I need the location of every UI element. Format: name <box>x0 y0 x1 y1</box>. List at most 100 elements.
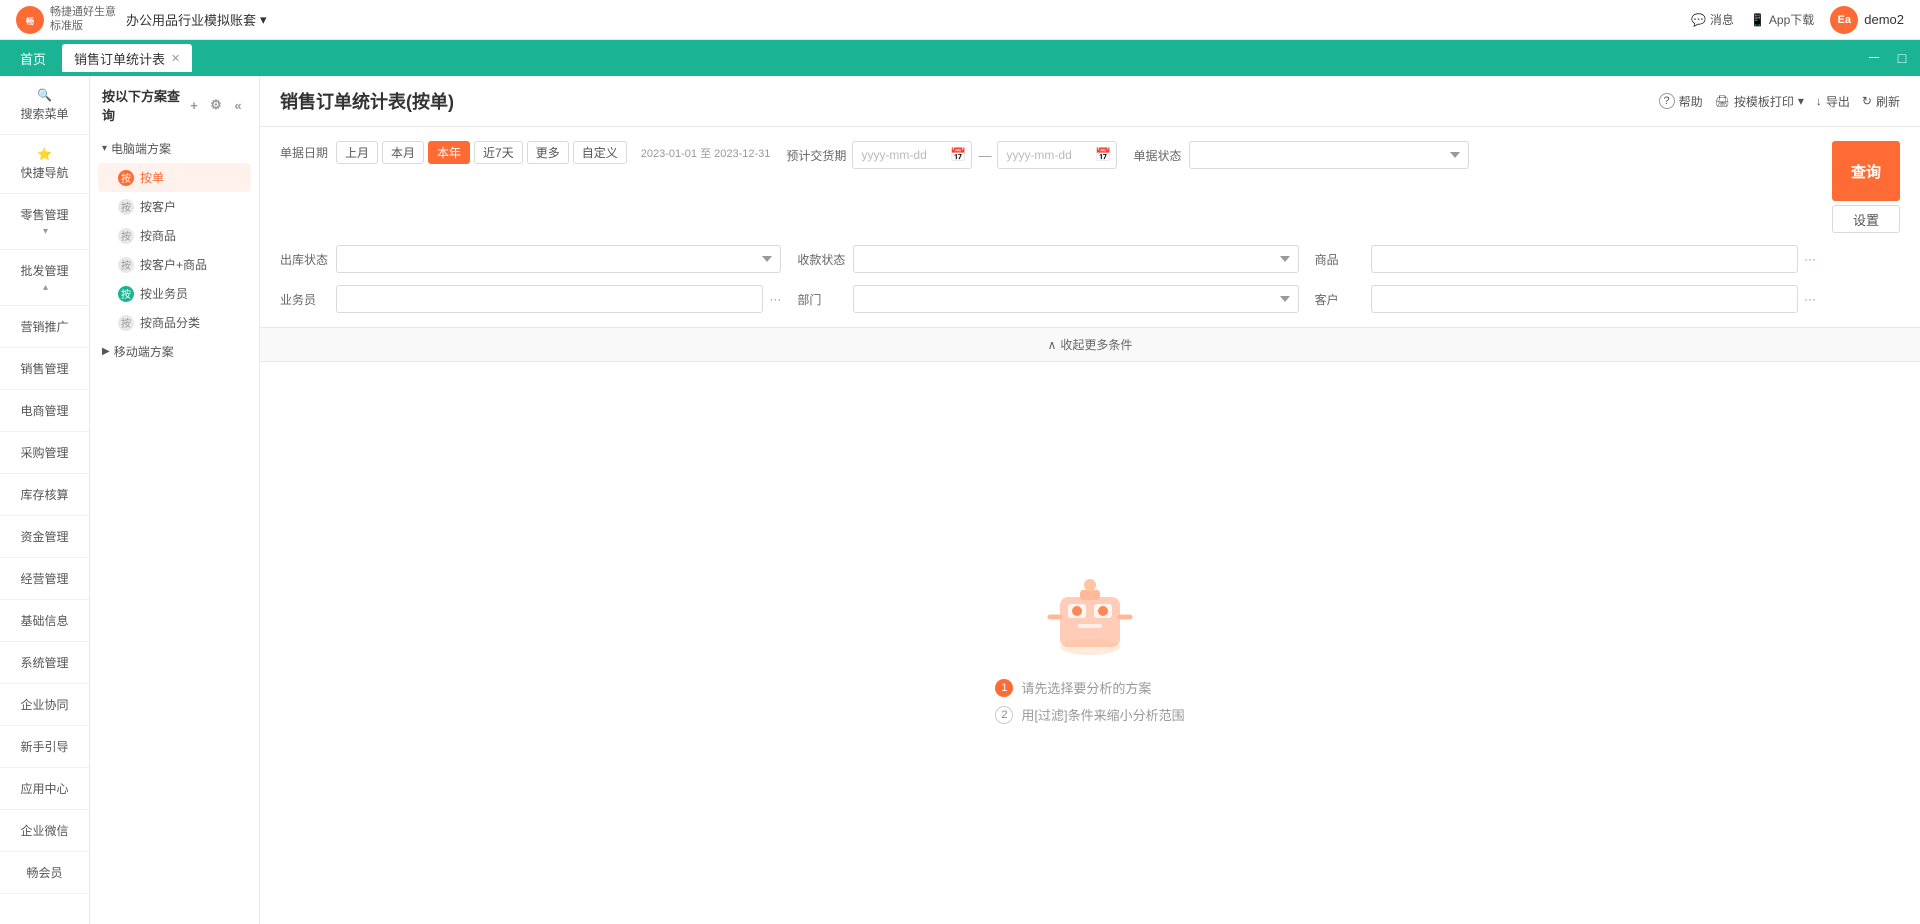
scheme-add-button[interactable]: + <box>185 96 203 114</box>
main-layout: 🔍 搜索菜单 ⭐ 快捷导航 零售管理 ▾ 批发管理 ▴ 营销推广 销售管理 电商… <box>0 76 1920 924</box>
search-button[interactable]: 查询 <box>1832 141 1900 201</box>
custom-date-btn[interactable]: 自定义 <box>573 141 627 164</box>
sidebar-item-inventory[interactable]: 库存核算 <box>0 474 89 516</box>
minimize-button[interactable]: － <box>1864 48 1884 68</box>
this-month-btn[interactable]: 本月 <box>382 141 424 164</box>
scheme-item-by-category[interactable]: 按 按商品分类 <box>98 308 251 337</box>
message-action[interactable]: 💬 消息 <box>1691 11 1734 28</box>
scheme-item-icon-by-product: 按 <box>118 228 134 244</box>
sidebar: 🔍 搜索菜单 ⭐ 快捷导航 零售管理 ▾ 批发管理 ▴ 营销推广 销售管理 电商… <box>0 76 90 924</box>
logo-text: 畅捷通好生意 标准版 <box>50 6 116 32</box>
sidebar-item-finance[interactable]: 资金管理 <box>0 516 89 558</box>
scheme-actions: + ⚙ « <box>185 96 247 114</box>
star-icon: ⭐ <box>37 147 52 161</box>
sidebar-item-operations[interactable]: 经营管理 <box>0 558 89 600</box>
date-separator: — <box>978 148 991 163</box>
department-select[interactable] <box>853 285 1298 313</box>
payment-status-select[interactable] <box>853 245 1298 273</box>
filter-area: 单据日期 上月 本月 本年 近7天 更多 自定义 2023-01-01 至 20… <box>260 127 1920 328</box>
user-area[interactable]: Ea demo2 <box>1830 6 1904 34</box>
order-status-select[interactable] <box>1189 141 1469 169</box>
page-actions: ? 帮助 🖨 按模板打印 ▾ ↓ 导出 ↻ <box>1659 93 1900 110</box>
sidebar-item-enterprise-wechat[interactable]: 企业微信 <box>0 810 89 852</box>
date-range-text: 2023-01-01 至 2023-12-31 <box>641 145 771 161</box>
app-selector[interactable]: 办公用品行业模拟账套 ▾ <box>126 10 267 29</box>
username: demo2 <box>1864 12 1904 27</box>
avatar: Ea <box>1830 6 1858 34</box>
sidebar-item-marketing[interactable]: 营销推广 <box>0 306 89 348</box>
export-icon: ↓ <box>1816 94 1822 108</box>
empty-tip-2: 2 用[过滤]条件来缩小分析范围 <box>995 705 1184 724</box>
scheme-collapse-button[interactable]: « <box>229 96 247 114</box>
mobile-icon: 📱 <box>1750 13 1765 27</box>
empty-tip-1: 1 请先选择要分析的方案 <box>995 678 1184 697</box>
department-cell: 部门 <box>797 285 1298 313</box>
app-download-action[interactable]: 📱 App下载 <box>1750 11 1814 28</box>
sidebar-item-retail[interactable]: 零售管理 ▾ <box>0 194 89 250</box>
chevron-down-icon: ▾ <box>43 226 48 237</box>
scheme-item-by-customer-product[interactable]: 按 按客户+商品 <box>98 250 251 279</box>
scheme-item-by-product[interactable]: 按 按商品 <box>98 221 251 250</box>
header-right: 💬 消息 📱 App下载 Ea demo2 <box>1691 6 1904 34</box>
sidebar-item-vip[interactable]: 畅会员 <box>0 852 89 894</box>
empty-state: 1 请先选择要分析的方案 2 用[过滤]条件来缩小分析范围 <box>995 562 1184 724</box>
date-btn-group: 上月 本月 本年 近7天 更多 自定义 <box>336 141 627 164</box>
sidebar-item-wholesale[interactable]: 批发管理 ▴ <box>0 250 89 306</box>
tip-num-2: 2 <box>995 706 1013 724</box>
sidebar-item-app-center[interactable]: 应用中心 <box>0 768 89 810</box>
search-icon: 🔍 <box>37 88 52 102</box>
shipment-status-select[interactable] <box>336 245 781 273</box>
expected-delivery-start-input[interactable] <box>852 141 972 169</box>
scheme-item-by-staff[interactable]: 按 按业务员 <box>98 279 251 308</box>
tab-sales-order-stats[interactable]: 销售订单统计表 ✕ <box>62 44 192 72</box>
shipment-status-cell: 出库状态 <box>280 245 781 273</box>
template-print-button[interactable]: 🖨 按模板打印 ▾ <box>1715 93 1804 110</box>
export-button[interactable]: ↓ 导出 <box>1816 93 1850 110</box>
customer-more-icon[interactable]: ··· <box>1804 292 1816 306</box>
collapse-bar[interactable]: ∧ 收起更多条件 <box>260 328 1920 362</box>
sidebar-item-newbie[interactable]: 新手引导 <box>0 726 89 768</box>
tip-num-1: 1 <box>995 679 1013 697</box>
page-header: 销售订单统计表(按单) ? 帮助 🖨 按模板打印 ▾ ↓ <box>260 76 1920 127</box>
customer-input[interactable] <box>1371 285 1798 313</box>
reset-button[interactable]: 设置 <box>1832 205 1900 233</box>
sidebar-item-ecommerce[interactable]: 电商管理 <box>0 390 89 432</box>
tab-close-icon[interactable]: ✕ <box>171 52 180 65</box>
order-status-label: 单据状态 <box>1133 147 1183 164</box>
staff-more-icon[interactable]: ··· <box>769 292 781 306</box>
sidebar-item-purchase[interactable]: 采购管理 <box>0 432 89 474</box>
scheme-section-pc-header[interactable]: ▾ 电脑端方案 <box>98 134 251 163</box>
sidebar-item-search-menu[interactable]: 🔍 搜索菜单 <box>0 76 89 135</box>
search-reset-col: 查询 设置 <box>1832 141 1900 233</box>
scheme-section-mobile-header[interactable]: ▶ 移动端方案 <box>98 337 251 366</box>
scheme-settings-button[interactable]: ⚙ <box>207 96 225 114</box>
refresh-button[interactable]: ↻ 刷新 <box>1862 93 1900 110</box>
staff-input[interactable] <box>336 285 763 313</box>
empty-tips: 1 请先选择要分析的方案 2 用[过滤]条件来缩小分析范围 <box>995 678 1184 724</box>
tab-bar-actions: － □ <box>1864 48 1912 68</box>
maximize-button[interactable]: □ <box>1892 48 1912 68</box>
body-content: 1 请先选择要分析的方案 2 用[过滤]条件来缩小分析范围 <box>260 362 1920 924</box>
expected-delivery-end-input[interactable] <box>997 141 1117 169</box>
sidebar-item-quick-nav[interactable]: ⭐ 快捷导航 <box>0 135 89 194</box>
chevron-right-icon: ▶ <box>102 346 110 357</box>
last-month-btn[interactable]: 上月 <box>336 141 378 164</box>
expected-delivery-label: 预计交货期 <box>786 147 846 164</box>
print-icon: 🖨 <box>1715 94 1730 108</box>
this-year-btn[interactable]: 本年 <box>428 141 470 164</box>
sidebar-item-sales[interactable]: 销售管理 <box>0 348 89 390</box>
product-more-icon[interactable]: ··· <box>1804 252 1816 266</box>
help-button[interactable]: ? 帮助 <box>1659 93 1703 110</box>
tab-home[interactable]: 首页 <box>8 44 58 72</box>
product-input[interactable] <box>1371 245 1798 273</box>
sidebar-item-system[interactable]: 系统管理 <box>0 642 89 684</box>
content-area: 按以下方案查询 + ⚙ « ▾ 电脑端方案 按 按单 按 按客户 <box>90 76 1920 924</box>
last-7days-btn[interactable]: 近7天 <box>474 141 523 164</box>
date-label: 单据日期 <box>280 144 330 161</box>
scheme-item-by-customer[interactable]: 按 按客户 <box>98 192 251 221</box>
more-date-btn[interactable]: 更多 <box>527 141 569 164</box>
sidebar-item-enterprise[interactable]: 企业协同 <box>0 684 89 726</box>
empty-illustration <box>1030 562 1150 662</box>
sidebar-item-basic-info[interactable]: 基础信息 <box>0 600 89 642</box>
scheme-item-by-order[interactable]: 按 按单 <box>98 163 251 192</box>
